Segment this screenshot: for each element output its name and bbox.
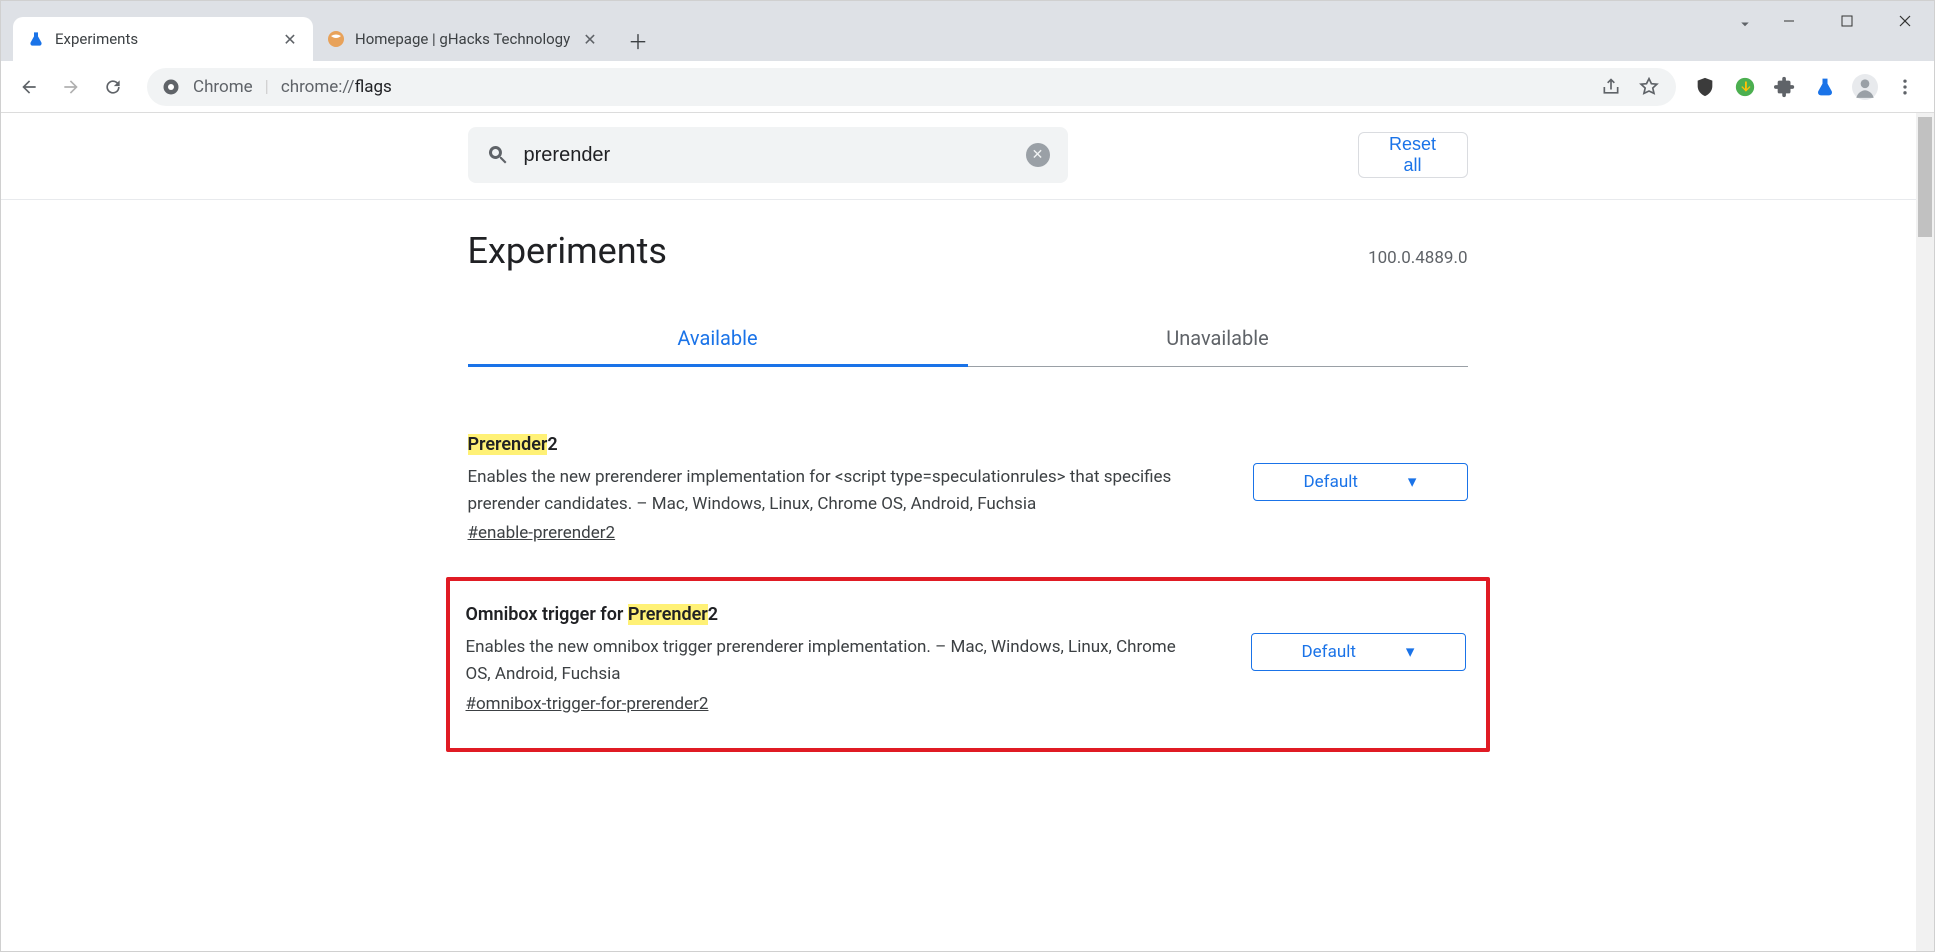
close-tab-icon[interactable]: ✕ <box>581 30 599 48</box>
chevron-down-icon: ▾ <box>1408 472 1417 492</box>
scrollbar-thumb[interactable] <box>1918 117 1932 237</box>
browser-tab-experiments[interactable]: Experiments ✕ <box>13 17 313 61</box>
flag-title: Prerender2 <box>468 431 1193 460</box>
reload-button[interactable] <box>95 69 131 105</box>
flask-icon <box>27 30 45 48</box>
labs-icon[interactable] <box>1812 74 1838 100</box>
idm-icon[interactable] <box>1732 74 1758 100</box>
forward-button[interactable] <box>53 69 89 105</box>
tab-search-icon[interactable] <box>1736 15 1754 37</box>
profile-avatar-icon[interactable] <box>1852 74 1878 100</box>
chrome-icon <box>161 77 181 97</box>
flags-search-box[interactable]: ✕ <box>468 127 1068 183</box>
extensions-icon[interactable] <box>1772 74 1798 100</box>
new-tab-button[interactable]: ＋ <box>621 23 655 57</box>
site-label: Chrome <box>193 77 253 97</box>
browser-tab-ghacks[interactable]: Homepage | gHacks Technology ✕ <box>313 17 613 61</box>
minimize-button[interactable] <box>1760 1 1818 41</box>
flag-row: Omnibox trigger for Prerender2 Enables th… <box>446 577 1490 751</box>
browser-toolbar: Chrome | chrome://flags <box>1 61 1934 113</box>
browser-tabstrip: Experiments ✕ Homepage | gHacks Technolo… <box>1 1 1934 61</box>
tab-available[interactable]: Available <box>468 312 968 366</box>
bookmark-star-icon[interactable] <box>1636 74 1662 100</box>
flags-search-input[interactable] <box>524 144 1012 167</box>
page-title: Experiments <box>468 230 667 272</box>
select-value: Default <box>1302 642 1356 662</box>
tab-title: Experiments <box>55 30 271 48</box>
vertical-scrollbar[interactable] <box>1916 113 1934 951</box>
flag-description: Enables the new prerenderer implementati… <box>468 464 1193 518</box>
reset-all-button[interactable]: Reset all <box>1358 132 1468 178</box>
flag-state-select[interactable]: Default ▾ <box>1251 633 1466 671</box>
flag-anchor-link[interactable]: #enable-prerender2 <box>468 520 616 547</box>
flag-anchor-link[interactable]: #omnibox-trigger-for-prerender2 <box>466 691 709 718</box>
back-button[interactable] <box>11 69 47 105</box>
version-label: 100.0.4889.0 <box>1368 248 1467 268</box>
select-value: Default <box>1304 472 1358 492</box>
flag-state-select[interactable]: Default ▾ <box>1253 463 1468 501</box>
share-icon[interactable] <box>1598 74 1624 100</box>
ublock-icon[interactable] <box>1692 74 1718 100</box>
flag-description: Enables the new omnibox trigger prerende… <box>466 634 1191 688</box>
close-window-button[interactable] <box>1876 1 1934 41</box>
flag-row: Prerender2 Enables the new prerenderer im… <box>468 417 1468 577</box>
header-divider <box>1 199 1934 200</box>
address-bar[interactable]: Chrome | chrome://flags <box>147 68 1676 106</box>
chevron-down-icon: ▾ <box>1406 642 1415 662</box>
ghacks-icon <box>327 30 345 48</box>
menu-icon[interactable] <box>1892 74 1918 100</box>
tab-title: Homepage | gHacks Technology <box>355 30 571 48</box>
tab-unavailable[interactable]: Unavailable <box>968 312 1468 366</box>
omnibox-divider: | <box>265 77 269 97</box>
search-icon <box>486 143 510 167</box>
maximize-button[interactable] <box>1818 1 1876 41</box>
flag-title: Omnibox trigger for Prerender2 <box>466 601 1191 630</box>
clear-search-icon[interactable]: ✕ <box>1026 143 1050 167</box>
close-tab-icon[interactable]: ✕ <box>281 30 299 48</box>
